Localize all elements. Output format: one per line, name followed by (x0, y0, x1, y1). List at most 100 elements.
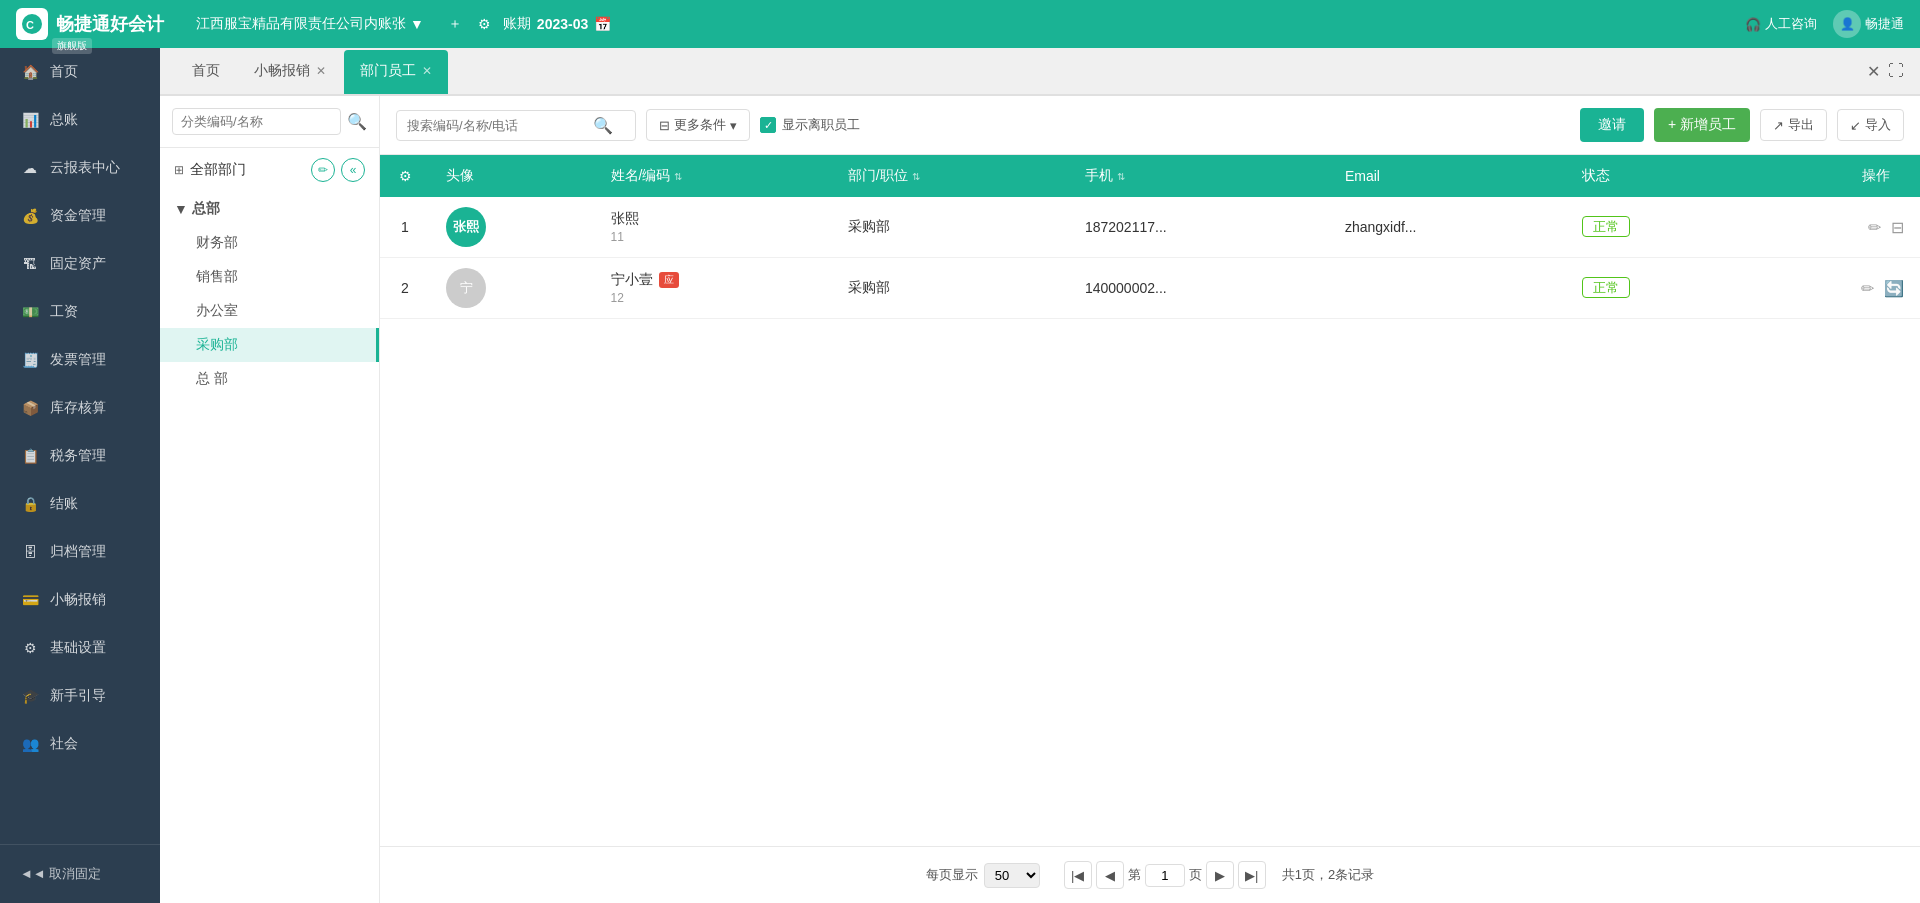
row2-name-code: 宁小壹 应 12 (595, 258, 832, 319)
dept-search-input[interactable] (172, 108, 341, 135)
edit-employee-1-btn[interactable]: ✏ (1868, 218, 1881, 237)
sidebar-item-cloud-report[interactable]: ☁ 云报表中心 (0, 144, 160, 192)
next-page-btn[interactable]: ▶ (1206, 861, 1234, 889)
close-expense-tab[interactable]: ✕ (316, 64, 326, 78)
invoice-icon: 🧾 (20, 350, 40, 370)
avatar-ning: 宁 (446, 268, 486, 308)
col-name-code[interactable]: 姓名/编码 ⇅ (595, 155, 832, 197)
avatar: 👤 (1833, 10, 1861, 38)
status-badge-2: 正常 (1582, 277, 1630, 298)
tab-expense[interactable]: 小畅报销 ✕ (238, 50, 342, 94)
period-display: 账期 2023-03 📅 (503, 15, 611, 33)
sidebar-item-asset[interactable]: 🏗 固定资产 (0, 240, 160, 288)
more-action-1-btn[interactable]: ⊟ (1891, 218, 1904, 237)
sidebar-item-social[interactable]: 👥 社会 (0, 720, 160, 768)
company-selector[interactable]: 江西服宝精品有限责任公司内账张 ▼ (196, 15, 424, 33)
last-page-btn[interactable]: ▶| (1238, 861, 1266, 889)
tab-home[interactable]: 首页 (176, 50, 236, 94)
expand-window-btn[interactable]: ⛶ (1888, 62, 1904, 80)
app-logo: C 畅捷通好会计 (16, 8, 164, 40)
delete-employee-2-btn[interactable]: 🔄 (1884, 279, 1904, 298)
sidebar-item-close-account[interactable]: 🔒 结账 (0, 480, 160, 528)
sidebar-item-guide[interactable]: 🎓 新手引导 (0, 672, 160, 720)
avatar-zhang: 张熙 (446, 207, 486, 247)
logo-icon: C (16, 8, 48, 40)
first-page-btn[interactable]: |◀ (1064, 861, 1092, 889)
tab-bar: 首页 小畅报销 ✕ 部门员工 ✕ ✕ ⛶ (160, 48, 1920, 96)
row1-email: zhangxidf... (1329, 197, 1566, 258)
sidebar-item-salary[interactable]: 💵 工资 (0, 288, 160, 336)
sidebar-item-archive[interactable]: 🗄 归档管理 (0, 528, 160, 576)
sidebar-item-fund[interactable]: 💰 资金管理 (0, 192, 160, 240)
cloud-report-icon: ☁ (20, 158, 40, 178)
topbar-actions: ＋ ⚙ (448, 15, 491, 33)
col-settings[interactable]: ⚙ (380, 155, 430, 197)
sidebar-item-inventory[interactable]: 📦 库存核算 (0, 384, 160, 432)
row1-dept: 采购部 (832, 197, 1069, 258)
user-profile[interactable]: 👤 畅捷通 (1833, 10, 1904, 38)
per-page-select[interactable]: 50 20 100 (984, 863, 1040, 888)
import-btn[interactable]: ↙ 导入 (1837, 109, 1904, 141)
row2-no: 2 (380, 258, 430, 319)
resigned-checkbox[interactable]: ✓ (760, 117, 776, 133)
dept-sort-icon: ⇅ (912, 171, 920, 182)
asset-icon: 🏗 (20, 254, 40, 274)
expense-icon: 💳 (20, 590, 40, 610)
edit-employee-2-btn[interactable]: ✏ (1861, 279, 1874, 298)
more-filter-btn[interactable]: ⊟ 更多条件 ▾ (646, 109, 750, 141)
sidebar-item-tax[interactable]: 📋 税务管理 (0, 432, 160, 480)
employee-toolbar: 🔍 ⊟ 更多条件 ▾ ✓ 显示离职员工 邀请 (380, 96, 1920, 155)
export-btn[interactable]: ↗ 导出 (1760, 109, 1827, 141)
guide-icon: 🎓 (20, 686, 40, 706)
edition-tag: 旗舰版 (52, 38, 92, 54)
dept-node-zongbu[interactable]: ▼ 总部 (160, 192, 379, 226)
cancel-fixed-btn[interactable]: ◄◄ 取消固定 (0, 855, 160, 893)
edit-dept-btn[interactable]: ✏ (311, 158, 335, 182)
sidebar-item-settings[interactable]: ⚙ 基础设置 (0, 624, 160, 672)
dept-node-finance[interactable]: 财务部 (160, 226, 379, 260)
dept-header-icons: ✏ « (311, 158, 365, 182)
settings-btn[interactable]: ⚙ (478, 16, 491, 32)
sidebar-item-expense[interactable]: 💳 小畅报销 (0, 576, 160, 624)
close-window-btn[interactable]: ✕ (1867, 62, 1880, 81)
dept-node-sales[interactable]: 销售部 (160, 260, 379, 294)
sidebar-bottom: ◄◄ 取消固定 (0, 844, 160, 903)
row1-status: 正常 (1566, 197, 1749, 258)
col-dept-position[interactable]: 部门/职位 ⇅ (832, 155, 1069, 197)
topbar: C 畅捷通好会计 旗舰版 江西服宝精品有限责任公司内账张 ▼ ＋ ⚙ 账期 20… (0, 0, 1920, 48)
sidebar-item-ledger[interactable]: 📊 总账 (0, 96, 160, 144)
invite-btn[interactable]: 邀请 (1580, 108, 1644, 142)
fund-icon: 💰 (20, 206, 40, 226)
table-row: 1 张熙 张熙 (380, 197, 1920, 258)
row2-avatar: 宁 (430, 258, 595, 319)
search-input[interactable] (407, 118, 587, 133)
import-icon: ↙ (1850, 118, 1861, 133)
row1-name-code: 张熙 11 (595, 197, 832, 258)
dept-node-purchase[interactable]: 采购部 (160, 328, 379, 362)
page-total: 共1页，2条记录 (1282, 866, 1374, 884)
search-icon[interactable]: 🔍 (593, 116, 613, 135)
per-page-info: 每页显示 50 20 100 (926, 863, 1040, 888)
collapse-dept-btn[interactable]: « (341, 158, 365, 182)
dept-search-icon[interactable]: 🔍 (347, 112, 367, 131)
prev-page-btn[interactable]: ◀ (1096, 861, 1124, 889)
tab-right: ✕ ⛶ (1867, 62, 1904, 81)
col-phone[interactable]: 手机 ⇅ (1069, 155, 1329, 197)
close-dept-tab[interactable]: ✕ (422, 64, 432, 78)
salary-icon: 💵 (20, 302, 40, 322)
show-resigned-toggle[interactable]: ✓ 显示离职员工 (760, 116, 860, 134)
dept-node-office[interactable]: 办公室 (160, 294, 379, 328)
add-tab-btn[interactable]: ＋ (448, 15, 462, 33)
tax-icon: 📋 (20, 446, 40, 466)
dept-node-general[interactable]: 总 部 (160, 362, 379, 396)
row2-dept: 采购部 (832, 258, 1069, 319)
service-btn[interactable]: 🎧 人工咨询 (1745, 15, 1817, 33)
page-input[interactable] (1145, 864, 1185, 887)
col-email: Email (1329, 155, 1566, 197)
tab-dept-employee[interactable]: 部门员工 ✕ (344, 50, 448, 94)
sidebar-item-home[interactable]: 🏠 首页 (0, 48, 160, 96)
add-employee-btn[interactable]: + 新增员工 (1654, 108, 1750, 142)
chevron-down-icon: ▾ (730, 118, 737, 133)
sidebar-item-invoice[interactable]: 🧾 发票管理 (0, 336, 160, 384)
all-dept-label[interactable]: ⊞ 全部部门 (174, 161, 246, 179)
